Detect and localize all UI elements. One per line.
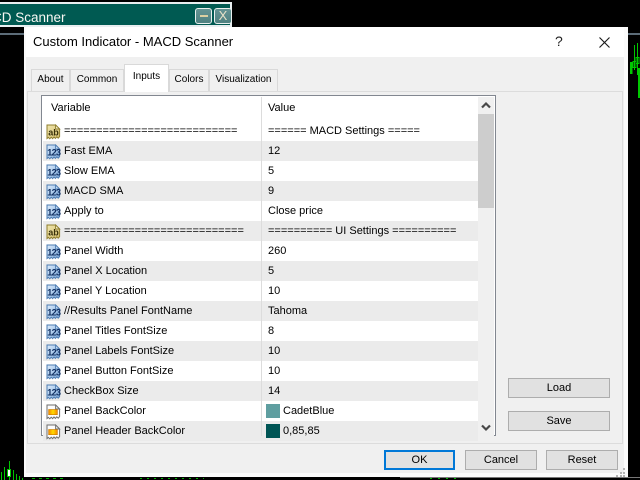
svg-text:123: 123	[47, 187, 61, 197]
svg-text:123: 123	[47, 347, 61, 357]
svg-text:123: 123	[47, 267, 61, 277]
svg-text:123: 123	[47, 387, 61, 397]
svg-text:ab: ab	[48, 227, 59, 237]
svg-text:123: 123	[47, 287, 61, 297]
svg-text:123: 123	[47, 167, 61, 177]
svg-text:123: 123	[47, 307, 61, 317]
svg-text:123: 123	[47, 147, 61, 157]
svg-text:123: 123	[47, 207, 61, 217]
svg-text:123: 123	[47, 367, 61, 377]
svg-text:123: 123	[47, 327, 61, 337]
svg-text:123: 123	[47, 247, 61, 257]
svg-text:ab: ab	[48, 127, 59, 137]
